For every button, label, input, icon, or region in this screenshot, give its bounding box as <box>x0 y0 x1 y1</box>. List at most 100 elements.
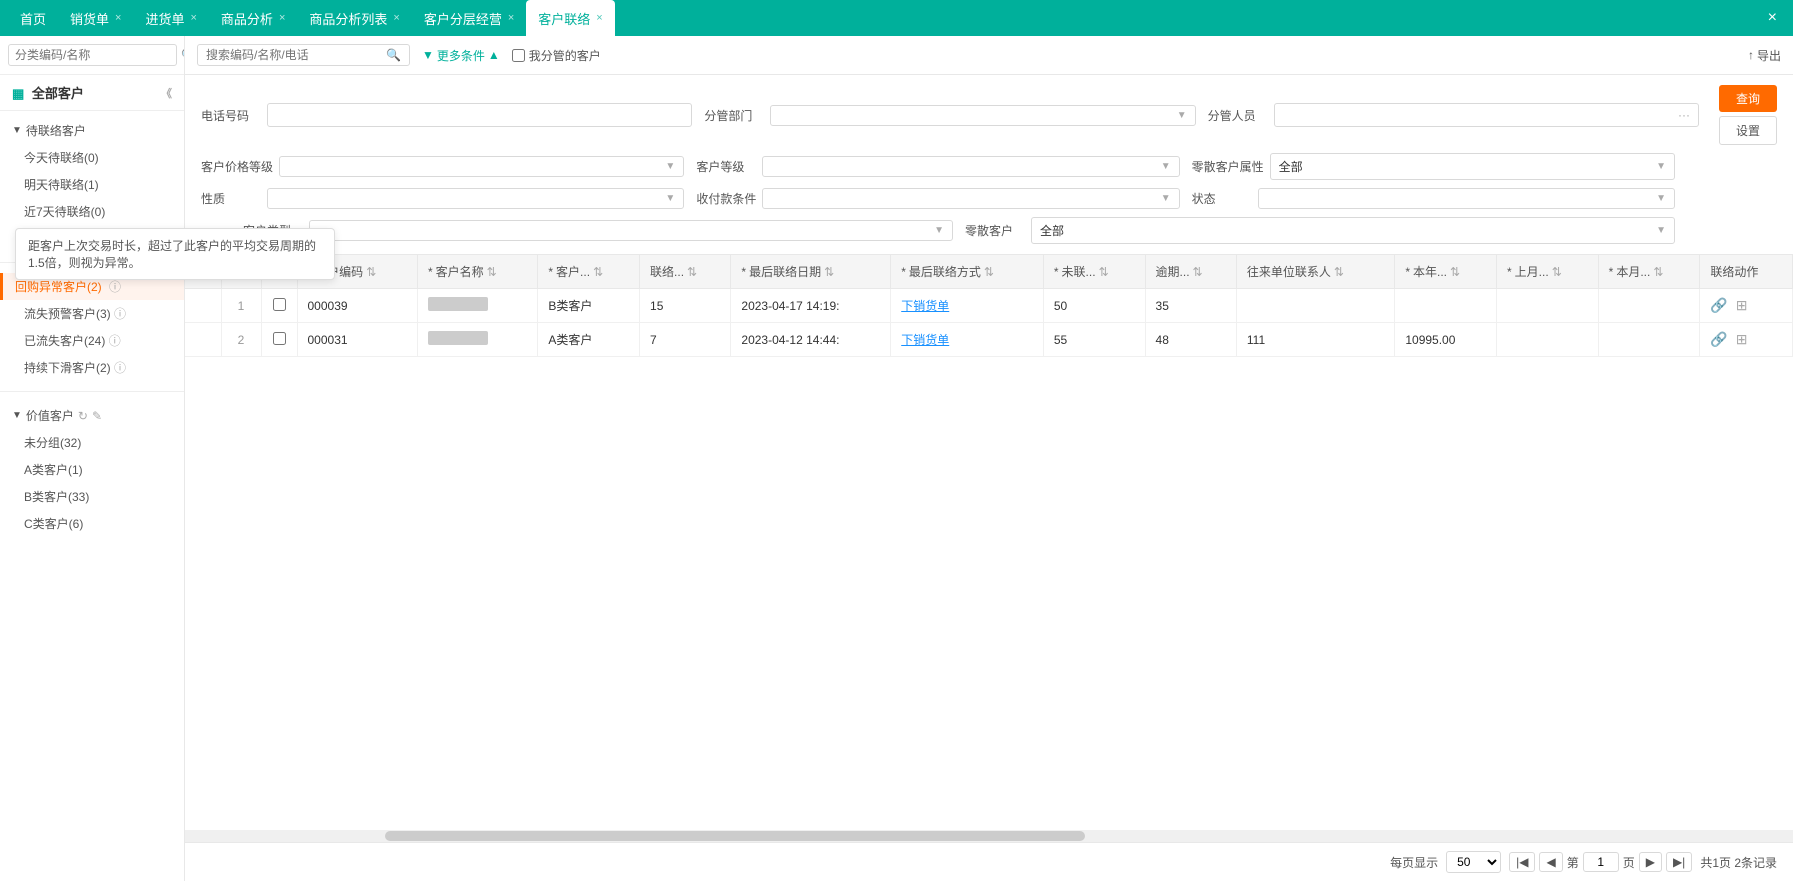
close-customer-contact-tab[interactable]: × <box>596 12 602 24</box>
export-icon: ↑ <box>1748 48 1754 62</box>
nav-home[interactable]: 首页 <box>8 0 58 36</box>
last-page-button[interactable]: ▶| <box>1666 852 1692 872</box>
row1-last-contact-date: 2023-04-17 14:19: <box>731 289 891 323</box>
sort-icon[interactable]: ⇅ <box>366 265 376 279</box>
export-button[interactable]: ↑ 导出 <box>1748 47 1781 64</box>
page-size-select[interactable]: 50 100 200 <box>1446 851 1501 873</box>
sort-icon7[interactable]: ⇅ <box>1099 265 1109 279</box>
sidebar-item-a-class[interactable]: A类客户(1) <box>0 456 184 483</box>
query-button[interactable]: 查询 <box>1719 85 1777 112</box>
sidebar-item-declining[interactable]: 持续下滑客户(2) ⓘ <box>0 354 184 381</box>
nav-purchase[interactable]: 进货单 × <box>133 0 208 36</box>
sidebar-item-loss-warning[interactable]: 流失预警客户(3) ⓘ <box>0 300 184 327</box>
page-number-input[interactable] <box>1583 852 1619 872</box>
close-customer-segment-tab[interactable]: × <box>508 12 514 24</box>
nav-analysis[interactable]: 商品分析 × <box>209 0 297 36</box>
retail-customer-select[interactable]: 全部 ▼ <box>1031 217 1675 244</box>
row1-actions: 🔗 ⊞ <box>1700 289 1793 323</box>
filter-cell-gender: 性质 ▼ <box>201 188 684 209</box>
chevron-down-icon4: ▼ <box>1656 161 1666 172</box>
sidebar-item-7days[interactable]: 近7天待联络(0) <box>0 198 184 225</box>
sidebar-search-area: 🔍 <box>0 36 184 75</box>
chevron-down-icon7: ▼ <box>1656 193 1666 204</box>
pagination-bar: 每页显示 50 100 200 |◀ ◀ 第 页 ▶ ▶| 共1页 2条记录 <box>185 842 1793 881</box>
row2-checkbox[interactable] <box>261 323 297 357</box>
phone-input[interactable] <box>267 103 692 127</box>
person-select[interactable]: ··· <box>1274 103 1699 127</box>
row1-link-icon[interactable]: 🔗 <box>1710 297 1727 314</box>
customer-grade-select[interactable]: ▼ <box>762 156 1179 177</box>
main-layout: 🔍 ▦ 全部客户 《 ▼ 待联络客户 今天待联络(0) 明天待联络(1) 近7天… <box>0 36 1793 881</box>
nav-customer-contact[interactable]: 客户联络 × <box>526 0 614 36</box>
row2-grid-icon[interactable]: ⊞ <box>1736 331 1748 348</box>
nav-analysis-list[interactable]: 商品分析列表 × <box>297 0 411 36</box>
my-customers-checkbox[interactable]: 我分管的客户 <box>512 47 601 64</box>
close-analysis-list-tab[interactable]: × <box>393 12 399 24</box>
sidebar-value-customers-group: ▼ 价值客户 ↻ ✎ 未分组(32) A类客户(1) B类客户(33) C类客户… <box>0 396 184 543</box>
window-close-button[interactable]: × <box>1760 9 1785 27</box>
more-conditions-button[interactable]: ▼ 更多条件 ▲ <box>418 47 504 64</box>
search-icon[interactable]: 🔍 <box>386 48 401 62</box>
dept-select[interactable]: ▼ <box>770 105 1195 126</box>
arrow-down-icon: ▼ <box>12 125 22 136</box>
sort-icon4[interactable]: ⇅ <box>687 265 697 279</box>
row1-uncontacted: 50 <box>1043 289 1145 323</box>
top-nav: 首页 销货单 × 进货单 × 商品分析 × 商品分析列表 × 客户分层经营 × … <box>0 0 1793 36</box>
sort-icon3[interactable]: ⇅ <box>593 265 603 279</box>
row1-grid-icon[interactable]: ⊞ <box>1736 297 1748 314</box>
nav-customer-segment[interactable]: 客户分层经营 × <box>412 0 526 36</box>
sidebar-group-pending-contact[interactable]: ▼ 待联络客户 <box>0 117 184 144</box>
first-page-button[interactable]: |◀ <box>1509 852 1535 872</box>
sort-icon12[interactable]: ⇅ <box>1653 265 1663 279</box>
nav-sales[interactable]: 销货单 × <box>58 0 133 36</box>
scrollbar-thumb[interactable] <box>385 831 1085 841</box>
prev-page-button[interactable]: ◀ <box>1539 852 1562 872</box>
status-select[interactable]: ▼ <box>1258 188 1675 209</box>
row1-contact-method-link[interactable]: 下销货单 <box>901 299 949 313</box>
arrow-down-icon2: ▼ <box>12 410 22 421</box>
horizontal-scrollbar[interactable] <box>185 830 1793 842</box>
search-input[interactable] <box>206 48 386 62</box>
retail-attr-select[interactable]: 全部 ▼ <box>1270 153 1675 180</box>
sidebar-search-input[interactable] <box>8 44 177 66</box>
customer-type-select[interactable]: ▼ <box>309 220 953 241</box>
close-purchase-tab[interactable]: × <box>190 12 196 24</box>
payment-select[interactable]: ▼ <box>762 188 1179 209</box>
sort-icon8[interactable]: ⇅ <box>1193 265 1203 279</box>
row1-checkbox[interactable] <box>261 289 297 323</box>
row2-contact-method-link[interactable]: 下销货单 <box>901 333 949 347</box>
row1-check[interactable] <box>273 298 286 311</box>
collapse-icon[interactable]: 《 <box>161 85 172 101</box>
sidebar-item-lost[interactable]: 已流失客户(24) ⓘ <box>0 327 184 354</box>
sidebar-group-value-customers[interactable]: ▼ 价值客户 ↻ ✎ <box>0 402 184 429</box>
row1-unit-contacts <box>1236 289 1394 323</box>
sidebar-item-c-class[interactable]: C类客户(6) <box>0 510 184 537</box>
sort-icon2[interactable]: ⇅ <box>487 265 497 279</box>
settings-button[interactable]: 设置 <box>1719 116 1777 145</box>
close-analysis-tab[interactable]: × <box>279 12 285 24</box>
gender-select[interactable]: ▼ <box>267 188 684 209</box>
this-month-column-header: * 本月... ⇅ <box>1598 255 1700 289</box>
filter-cell-customer-type: 客户类型 ▼ <box>243 220 953 241</box>
sidebar: 🔍 ▦ 全部客户 《 ▼ 待联络客户 今天待联络(0) 明天待联络(1) 近7天… <box>0 36 185 881</box>
sort-icon9[interactable]: ⇅ <box>1334 265 1344 279</box>
row2-check[interactable] <box>273 332 286 345</box>
sidebar-item-b-class[interactable]: B类客户(33) <box>0 483 184 510</box>
refresh-icon[interactable]: ↻ <box>78 409 88 423</box>
sort-icon6[interactable]: ⇅ <box>984 265 994 279</box>
price-grade-select[interactable]: ▼ <box>279 156 684 177</box>
sidebar-all-customers[interactable]: ▦ 全部客户 《 <box>0 75 184 111</box>
filter-row-1: 电话号码 分管部门 ▼ 分管人员 ··· <box>201 85 1777 145</box>
tooltip-box: 距客户上次交易时长，超过了此客户的平均交易周期的1.5倍，则视为异常。 <box>15 228 185 280</box>
sort-icon5[interactable]: ⇅ <box>824 265 834 279</box>
my-customers-check[interactable] <box>512 49 525 62</box>
sort-icon10[interactable]: ⇅ <box>1450 265 1460 279</box>
edit-icon[interactable]: ✎ <box>92 409 102 423</box>
close-sales-tab[interactable]: × <box>115 12 121 24</box>
sidebar-item-unclassified[interactable]: 未分组(32) <box>0 429 184 456</box>
sidebar-item-tomorrow[interactable]: 明天待联络(1) <box>0 171 184 198</box>
sort-icon11[interactable]: ⇅ <box>1552 265 1562 279</box>
sidebar-item-today[interactable]: 今天待联络(0) <box>0 144 184 171</box>
row2-link-icon[interactable]: 🔗 <box>1710 331 1727 348</box>
next-page-button[interactable]: ▶ <box>1639 852 1662 872</box>
